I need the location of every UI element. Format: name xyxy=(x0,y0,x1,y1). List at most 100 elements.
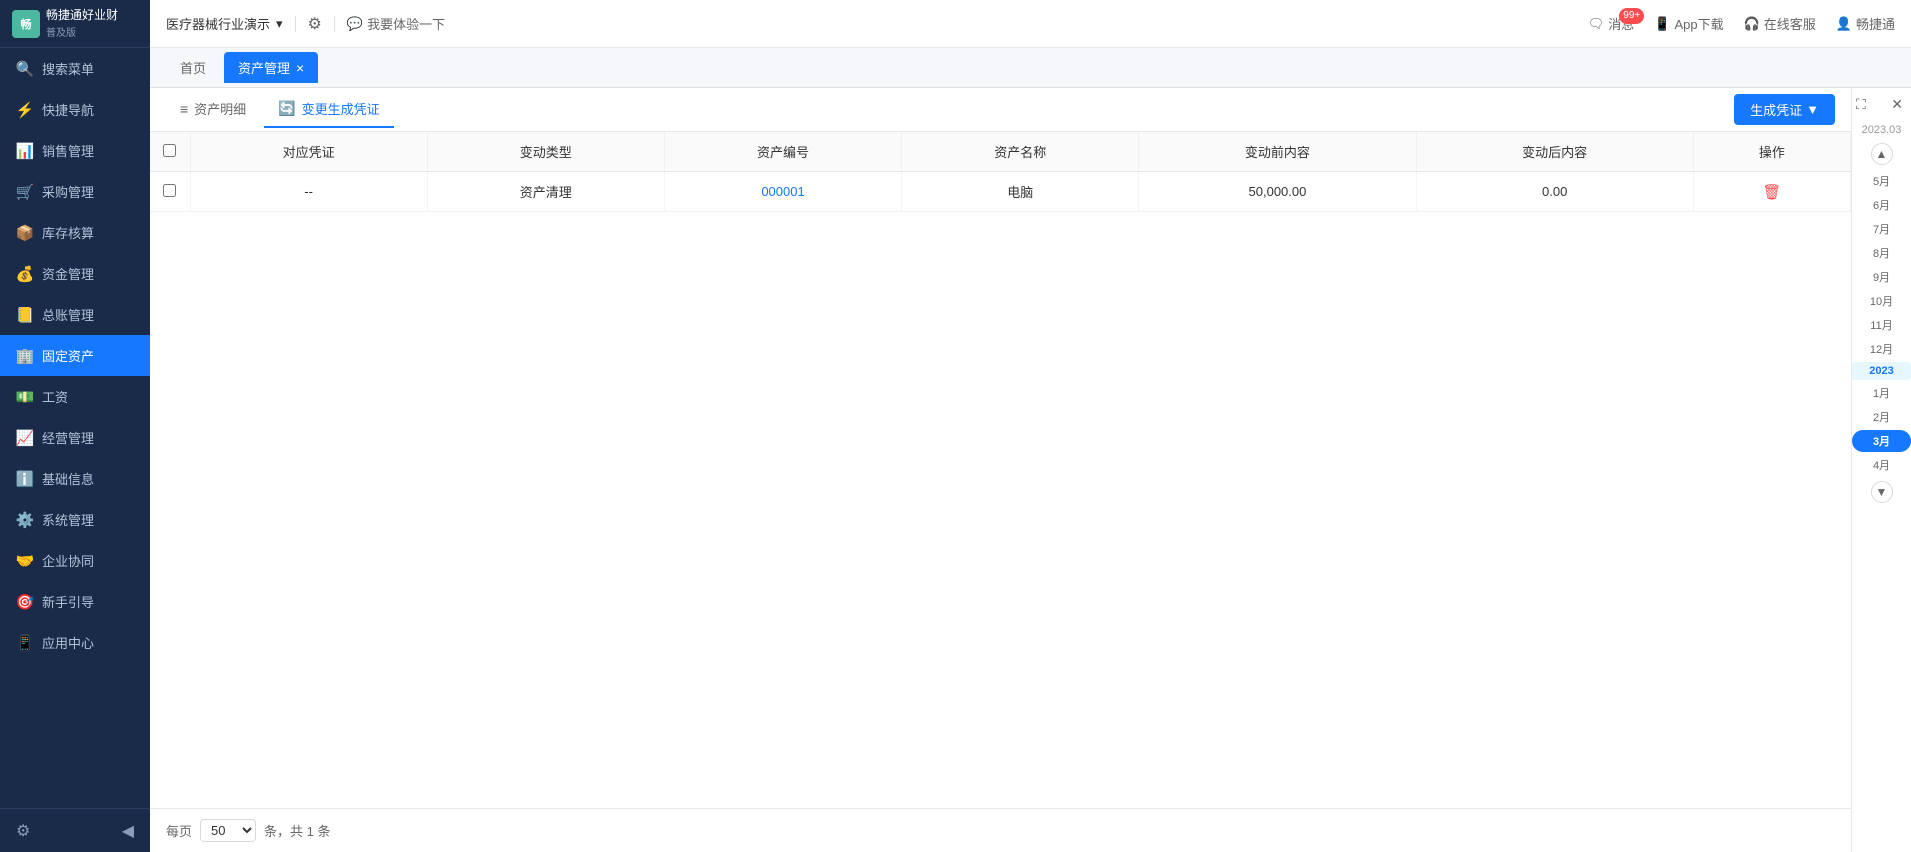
guide-label: 新手引导 xyxy=(42,592,94,611)
timeline-month-item[interactable]: 9月 xyxy=(1852,266,1911,288)
funds-icon: 💰 xyxy=(16,265,34,283)
timeline-month-item[interactable]: 8月 xyxy=(1852,242,1911,264)
active-tab-label: 资产管理 xyxy=(238,58,290,77)
asset-table: 对应凭证 变动类型 资产编号 资产名称 变动前内容 变动后内容 操作 xyxy=(150,132,1851,212)
sidebar-item-inventory[interactable]: 📦 库存核算 xyxy=(0,212,150,253)
sidebar-item-ledger[interactable]: 📒 总账管理 xyxy=(0,294,150,335)
col-voucher: 对应凭证 xyxy=(190,132,427,172)
inventory-label: 库存核算 xyxy=(42,223,94,242)
panel-expand-icon[interactable]: ⛶ xyxy=(1856,96,1866,113)
asset-detail-label: 资产明细 xyxy=(194,99,246,118)
fixed-assets-label: 固定资产 xyxy=(42,346,94,365)
topbar-settings-button[interactable]: ⚙ xyxy=(308,14,322,34)
select-all-checkbox[interactable] xyxy=(163,144,176,157)
guide-icon: 🎯 xyxy=(16,593,34,611)
sidebar-item-fixed-assets[interactable]: 🏢 固定资产 xyxy=(0,335,150,376)
purchase-icon: 🛒 xyxy=(16,183,34,201)
topbar-right: 🗨 消息 99+ 📱 App下载 🎧 在线客服 👤 畅捷通 xyxy=(1588,14,1895,33)
sidebar-settings-icon[interactable]: ⚙ xyxy=(16,821,30,841)
timeline-month-item[interactable]: 4月 xyxy=(1852,454,1911,476)
sidebar-item-enterprise[interactable]: 🤝 企业协同 xyxy=(0,540,150,581)
timeline-nav-up[interactable]: ▲ xyxy=(1871,143,1893,165)
col-change-type: 变动类型 xyxy=(427,132,664,172)
system-label: 系统管理 xyxy=(42,510,94,529)
timeline-year-2023[interactable]: 2023 xyxy=(1852,362,1911,380)
sidebar-item-app-center[interactable]: 📱 应用中心 xyxy=(0,622,150,663)
message-button[interactable]: 🗨 消息 99+ xyxy=(1588,14,1635,33)
app-download-label: App下载 xyxy=(1674,14,1723,33)
inner-tab-change-voucher[interactable]: 🔄 变更生成凭证 xyxy=(264,91,393,128)
enterprise-label: 企业协同 xyxy=(42,551,94,570)
generate-label: 生成凭证 xyxy=(1750,100,1802,119)
asset-detail-icon: ≡ xyxy=(180,101,188,117)
sidebar-item-guide[interactable]: 🎯 新手引导 xyxy=(0,581,150,622)
timeline-month-item[interactable]: 2月 xyxy=(1852,406,1911,428)
sidebar: 畅 畅捷通好业财 普及版 🔍 搜索菜单 ⚡ 快捷导航 📊 销售管理 🛒 采购管理… xyxy=(0,0,150,852)
salary-icon: 💵 xyxy=(16,388,34,406)
customer-service-button[interactable]: 🎧 在线客服 xyxy=(1744,14,1816,33)
basic-info-icon: ℹ️ xyxy=(16,470,34,488)
sidebar-item-system[interactable]: ⚙️ 系统管理 xyxy=(0,499,150,540)
tab-close-icon[interactable]: × xyxy=(296,60,304,76)
app-center-icon: 📱 xyxy=(16,634,34,652)
topbar-feedback-button[interactable]: 💬 我要体验一下 xyxy=(347,14,445,33)
app-logo-icon: 畅 xyxy=(12,10,40,38)
timeline-month-item[interactable]: 12月 xyxy=(1852,338,1911,360)
right-panel: ⛶ ✕ 2023.03 ▲ 5月6月7月8月9月10月11月12月 2023 1月2月… xyxy=(1851,88,1911,852)
user-label: 畅捷通 xyxy=(1856,14,1895,33)
sidebar-collapse-icon[interactable]: ◀ xyxy=(122,821,134,841)
row-change-type: 资产清理 xyxy=(427,172,664,212)
generate-voucher-button[interactable]: 生成凭证 ▼ xyxy=(1734,94,1835,125)
row-checkbox-cell xyxy=(150,172,190,212)
sidebar-item-purchase[interactable]: 🛒 采购管理 xyxy=(0,171,150,212)
row-checkbox-0[interactable] xyxy=(163,184,176,197)
operations-label: 经营管理 xyxy=(42,428,94,447)
sidebar-item-basic-info[interactable]: ℹ️ 基础信息 xyxy=(0,458,150,499)
sidebar-item-funds[interactable]: 💰 资金管理 xyxy=(0,253,150,294)
sales-label: 销售管理 xyxy=(42,141,94,160)
change-voucher-label: 变更生成凭证 xyxy=(302,99,380,118)
timeline-month-item[interactable]: 3月 xyxy=(1852,430,1911,452)
main-area: 医疗器械行业演示 ▾ ⚙ 💬 我要体验一下 🗨 消息 99+ 📱 App下载 🎧… xyxy=(150,0,1911,852)
delete-row-icon[interactable]: 🗑 xyxy=(1762,184,1781,201)
sidebar-item-salary[interactable]: 💵 工资 xyxy=(0,376,150,417)
panel-close-icon[interactable]: ✕ xyxy=(1891,96,1903,113)
search-icon: 🔍 xyxy=(16,60,34,78)
quick-nav-label: 快捷导航 xyxy=(42,100,94,119)
row-voucher: -- xyxy=(190,172,427,212)
timeline-month-item[interactable]: 11月 xyxy=(1852,314,1911,336)
inner-tabs: ≡ 资产明细 🔄 变更生成凭证 生成凭证 ▼ xyxy=(150,88,1851,132)
enterprise-icon: 🤝 xyxy=(16,552,34,570)
timeline-header: 2023.03 xyxy=(1862,124,1902,136)
inner-tab-asset-detail[interactable]: ≡ 资产明细 xyxy=(166,91,260,128)
timeline-month-item[interactable]: 6月 xyxy=(1852,194,1911,216)
company-selector[interactable]: 医疗器械行业演示 ▾ xyxy=(166,14,283,33)
timeline-list: ▲ 5月6月7月8月9月10月11月12月 2023 1月2月3月4月 ▼ xyxy=(1852,140,1911,844)
timeline-month-item[interactable]: 7月 xyxy=(1852,218,1911,240)
feedback-icon: 💬 xyxy=(347,16,363,32)
col-before-change: 变动前内容 xyxy=(1139,132,1416,172)
total-label: 条，共 1 条 xyxy=(264,821,330,840)
tab-home[interactable]: 首页 xyxy=(166,52,220,83)
col-asset-no: 资产编号 xyxy=(664,132,901,172)
timeline-month-item[interactable]: 10月 xyxy=(1852,290,1911,312)
row-asset-no[interactable]: 000001 xyxy=(664,172,901,212)
sidebar-item-operations[interactable]: 📈 经营管理 xyxy=(0,417,150,458)
tab-asset-management[interactable]: 资产管理 × xyxy=(224,52,318,83)
system-icon: ⚙️ xyxy=(16,511,34,529)
user-menu-button[interactable]: 👤 畅捷通 xyxy=(1836,14,1895,33)
timeline-month-item[interactable]: 1月 xyxy=(1852,382,1911,404)
ledger-label: 总账管理 xyxy=(42,305,94,324)
sidebar-item-sales[interactable]: 📊 销售管理 xyxy=(0,130,150,171)
timeline-month-item[interactable]: 5月 xyxy=(1852,170,1911,192)
search-label: 搜索菜单 xyxy=(42,59,94,78)
sidebar-item-search[interactable]: 🔍 搜索菜单 xyxy=(0,48,150,89)
message-icon: 🗨 xyxy=(1588,16,1605,32)
app-download-button[interactable]: 📱 App下载 xyxy=(1654,14,1723,33)
quick-nav-icon: ⚡ xyxy=(16,101,34,119)
per-page-select[interactable]: 50 10 20 100 xyxy=(200,819,256,842)
content-area: ≡ 资产明细 🔄 变更生成凭证 生成凭证 ▼ xyxy=(150,88,1911,852)
topbar-divider-2 xyxy=(334,16,335,32)
timeline-nav-down[interactable]: ▼ xyxy=(1871,481,1893,503)
sidebar-item-quick-nav[interactable]: ⚡ 快捷导航 xyxy=(0,89,150,130)
